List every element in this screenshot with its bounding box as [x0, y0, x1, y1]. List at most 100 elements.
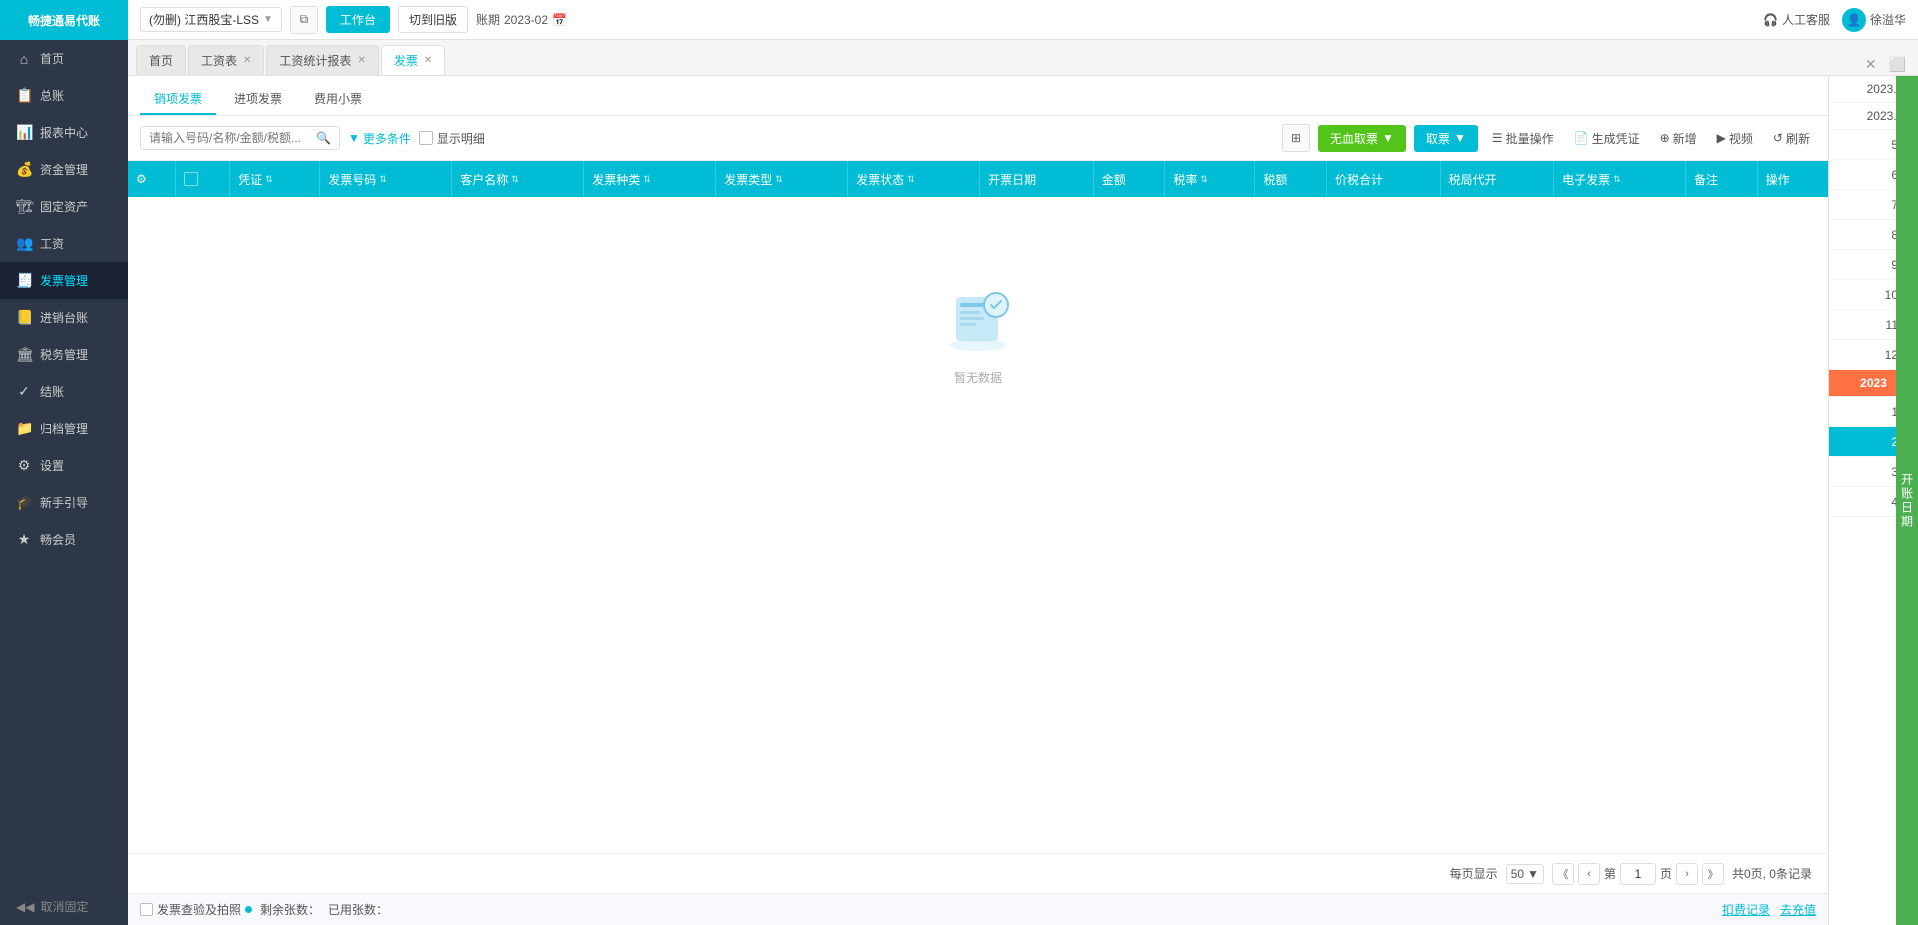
copy-icon-button[interactable]: ⧉ [290, 6, 318, 34]
check-label: 发票查验及拍照 [157, 901, 241, 918]
remaining-label: 剩余张数： [260, 901, 320, 918]
page-input[interactable] [1620, 863, 1656, 885]
sidebar-item-wage[interactable]: 👥 工资 [0, 225, 128, 262]
pagination: 每页显示 50 ▼ 《 ‹ 第 页 › 》 共0页, 0条记录 [128, 853, 1828, 893]
search-icon: 🔍 [316, 131, 331, 145]
prev-page-button[interactable]: ‹ [1578, 863, 1600, 885]
take-ticket-button[interactable]: 取票 ▼ [1414, 125, 1478, 152]
sidebar-item-settlement[interactable]: ✓ 结账 [0, 373, 128, 410]
per-page-select[interactable]: 50 ▼ [1506, 864, 1544, 884]
col-tax[interactable]: 税额 [1255, 161, 1327, 197]
user-menu-button[interactable]: 👤 徐溢华 [1842, 8, 1906, 32]
new-button[interactable]: ⊕ 新增 [1654, 126, 1703, 151]
wage-icon: 👥 [16, 235, 32, 252]
tab-home-label: 首页 [149, 52, 173, 69]
sort-einvoice-icon: ⇅ [1613, 174, 1621, 185]
recharge-link[interactable]: 去充值 [1780, 901, 1816, 918]
col-invoice-type[interactable]: 发票种类⇅ [584, 161, 716, 197]
settings-icon: ⚙ [16, 457, 32, 474]
no-deduction-button[interactable]: 无血取票 ▼ [1318, 125, 1406, 152]
sidebar-item-archive[interactable]: 📁 归档管理 [0, 410, 128, 447]
col-invoice-status[interactable]: 发票状态⇅ [848, 161, 980, 197]
sidebar-item-invoice[interactable]: 🧾 发票管理 [0, 262, 128, 299]
switch-old-button[interactable]: 切到旧版 [398, 6, 468, 33]
customer-service-button[interactable]: 🎧 人工客服 [1763, 11, 1830, 28]
invoice-icon: 🧾 [16, 272, 32, 289]
sort-status-icon: ⇅ [907, 174, 915, 185]
sub-tab-sales[interactable]: 销项发票 [140, 84, 216, 115]
last-page-button[interactable]: 》 [1702, 863, 1724, 885]
search-input[interactable] [149, 131, 312, 145]
col-remark[interactable]: 备注 [1686, 161, 1758, 197]
page-unit: 页 [1660, 865, 1672, 882]
select-all-checkbox[interactable] [184, 172, 198, 186]
tab-invoice-close-icon[interactable]: ✕ [424, 55, 432, 66]
sidebar-item-home-label: 首页 [40, 50, 64, 67]
sidebar-item-invoice-label: 发票管理 [40, 272, 88, 289]
sidebar-item-home[interactable]: ⌂ 首页 [0, 40, 128, 77]
sidebar-item-sales-ledger[interactable]: 📒 进销台账 [0, 299, 128, 336]
tab-home[interactable]: 首页 [136, 45, 186, 75]
sidebar-item-member[interactable]: ★ 畅会员 [0, 521, 128, 558]
gen-voucher-button[interactable]: 📄 生成凭证 [1568, 126, 1646, 151]
col-settings[interactable]: ⚙ [128, 161, 176, 197]
tab-wage-close-icon[interactable]: ✕ [243, 55, 251, 66]
sidebar-item-guide[interactable]: 🎓 新手引导 [0, 484, 128, 521]
col-invoice-no[interactable]: 发票号码⇅ [320, 161, 452, 197]
invoice-verify-item: 发票查验及拍照 [140, 901, 252, 918]
col-amount[interactable]: 金额 [1093, 161, 1165, 197]
col-check[interactable] [176, 161, 230, 197]
show-detail-toggle[interactable]: 显示明细 [419, 130, 485, 147]
invoice-verify-checkbox[interactable] [140, 903, 153, 916]
tab-wage-stat-close-icon[interactable]: ✕ [357, 55, 365, 66]
tab-wage[interactable]: 工资表 ✕ [188, 45, 264, 75]
col-total[interactable]: 价税合计 [1326, 161, 1440, 197]
sidebar-item-funds[interactable]: 💰 资金管理 [0, 151, 128, 188]
main-panel: 销项发票 进项发票 费用小票 🔍 ▼ 更多条件 [128, 76, 1828, 925]
close-window-icon[interactable]: ✕ [1861, 54, 1881, 75]
col-open-date[interactable]: 开票日期 [980, 161, 1094, 197]
refresh-button[interactable]: ↺ 刷新 [1767, 126, 1816, 151]
sub-tabs: 销项发票 进项发票 费用小票 [128, 76, 1828, 116]
col-e-invoice[interactable]: 电子发票⇅ [1554, 161, 1686, 197]
ledger-icon: 📋 [16, 87, 32, 104]
show-detail-checkbox[interactable] [419, 131, 433, 145]
member-icon: ★ [16, 531, 32, 548]
show-detail-label: 显示明细 [437, 130, 485, 147]
empty-text: 暂无数据 [954, 369, 1002, 386]
sidebar-item-reports[interactable]: 📊 报表中心 [0, 114, 128, 151]
col-tax-rate[interactable]: 税率⇅ [1165, 161, 1255, 197]
sub-tab-purchase[interactable]: 进项发票 [220, 84, 296, 115]
col-invoice-category[interactable]: 发票类型⇅ [716, 161, 848, 197]
tab-window-actions: ✕ ⬜ [1853, 54, 1918, 75]
tab-wage-stat[interactable]: 工资统计报表 ✕ [266, 45, 378, 75]
sidebar-item-ledger[interactable]: 📋 总账 [0, 77, 128, 114]
dropdown-arrow-icon: ▼ [1382, 131, 1394, 145]
col-customer[interactable]: 客户名称⇅ [452, 161, 584, 197]
fee-record-link[interactable]: 扣费记录 [1722, 901, 1770, 918]
more-filter-button[interactable]: ▼ 更多条件 [348, 130, 411, 147]
date-panel: 2023.02 2023.02 5月 6月 7月 8月 9月 10月 11月 1… [1828, 76, 1918, 925]
sidebar-item-assets[interactable]: 🏗 固定资产 [0, 188, 128, 225]
col-tax-code[interactable]: 税局代开 [1440, 161, 1554, 197]
sidebar-item-settings[interactable]: ⚙ 设置 [0, 447, 128, 484]
next-page-button[interactable]: › [1676, 863, 1698, 885]
video-button[interactable]: ▶ 视频 [1711, 126, 1759, 151]
col-voucher[interactable]: 凭证⇅ [230, 161, 320, 197]
no-deduction-label: 无血取票 [1330, 130, 1378, 147]
sidebar-collapse[interactable]: ◀◀ 取消固定 [0, 888, 128, 925]
grid-view-button[interactable]: ⊞ [1282, 124, 1310, 152]
company-selector[interactable]: (勿删) 江西股宝-LSS ▼ [140, 7, 282, 32]
tab-invoice[interactable]: 发票 ✕ [381, 45, 445, 75]
empty-state: 暂无数据 [128, 197, 1828, 466]
workbench-button[interactable]: 工作台 [326, 6, 390, 33]
sidebar-item-archive-label: 归档管理 [40, 420, 88, 437]
maximize-icon[interactable]: ⬜ [1885, 54, 1910, 75]
open-date-button[interactable]: 开账日期 [1896, 76, 1918, 925]
footer-bar: 发票查验及拍照 剩余张数： 已用张数： 扣费记录 去充值 [128, 893, 1828, 925]
tab-wage-stat-label: 工资统计报表 [279, 52, 351, 69]
sub-tab-expense[interactable]: 费用小票 [300, 84, 376, 115]
sidebar-item-tax[interactable]: 🏛 税务管理 [0, 336, 128, 373]
batch-op-button[interactable]: ☰ 批量操作 [1486, 126, 1560, 151]
first-page-button[interactable]: 《 [1552, 863, 1574, 885]
